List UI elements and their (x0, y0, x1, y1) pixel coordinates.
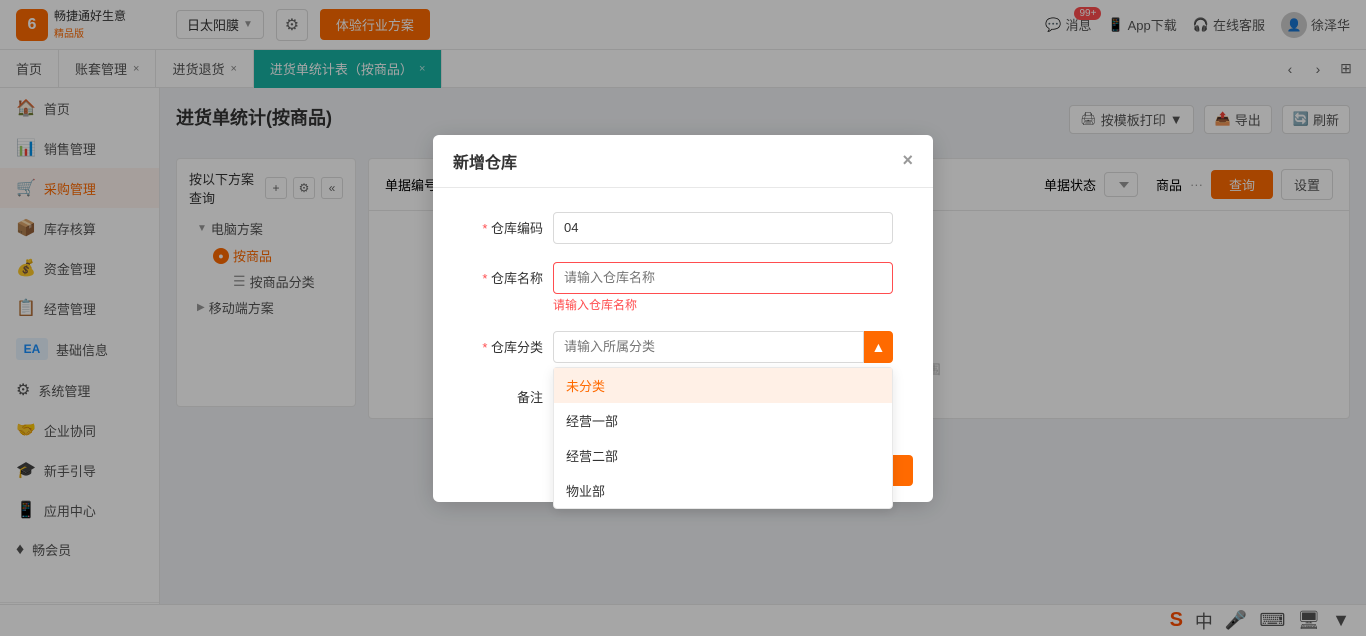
name-label: 仓库名称 (473, 262, 553, 287)
dropdown-item-property[interactable]: 物业部 (554, 473, 892, 508)
dropdown-item-dept1[interactable]: 经营一部 (554, 403, 892, 438)
form-row-name: 仓库名称 请输入仓库名称 (473, 262, 893, 313)
dialog-overlay: 新增仓库 × 仓库编码 仓库名称 请输入仓库名称 (0, 0, 1366, 636)
form-row-category: 仓库分类 ▲ 未分类 经营一部 经营二部 物业部 (473, 331, 893, 363)
category-input[interactable] (553, 331, 864, 363)
category-dropdown-btn[interactable]: ▲ (864, 331, 893, 363)
category-input-wrap: ▲ 未分类 经营一部 经营二部 物业部 (553, 331, 893, 363)
form-row-code: 仓库编码 (473, 212, 893, 244)
category-label: 仓库分类 (473, 331, 553, 356)
code-label: 仓库编码 (473, 212, 553, 237)
code-input-wrap (553, 212, 893, 244)
dropdown-item-dept2[interactable]: 经营二部 (554, 438, 892, 473)
new-warehouse-dialog: 新增仓库 × 仓库编码 仓库名称 请输入仓库名称 (433, 135, 933, 502)
name-input[interactable] (553, 262, 893, 294)
dialog-title: 新增仓库 (453, 149, 517, 173)
dialog-header: 新增仓库 × (433, 135, 933, 188)
category-dropdown-list: 未分类 经营一部 经营二部 物业部 (553, 367, 893, 509)
name-input-wrap: 请输入仓库名称 (553, 262, 893, 313)
remark-label: 备注 (473, 381, 553, 406)
name-error-msg: 请输入仓库名称 (553, 296, 893, 313)
code-input[interactable] (553, 212, 893, 244)
chevron-up-icon: ▲ (871, 339, 885, 355)
dialog-body: 仓库编码 仓库名称 请输入仓库名称 仓库分类 (433, 188, 933, 443)
dialog-close-icon[interactable]: × (902, 150, 913, 171)
category-input-group: ▲ (553, 331, 893, 363)
dropdown-item-uncategorized[interactable]: 未分类 (554, 368, 892, 403)
